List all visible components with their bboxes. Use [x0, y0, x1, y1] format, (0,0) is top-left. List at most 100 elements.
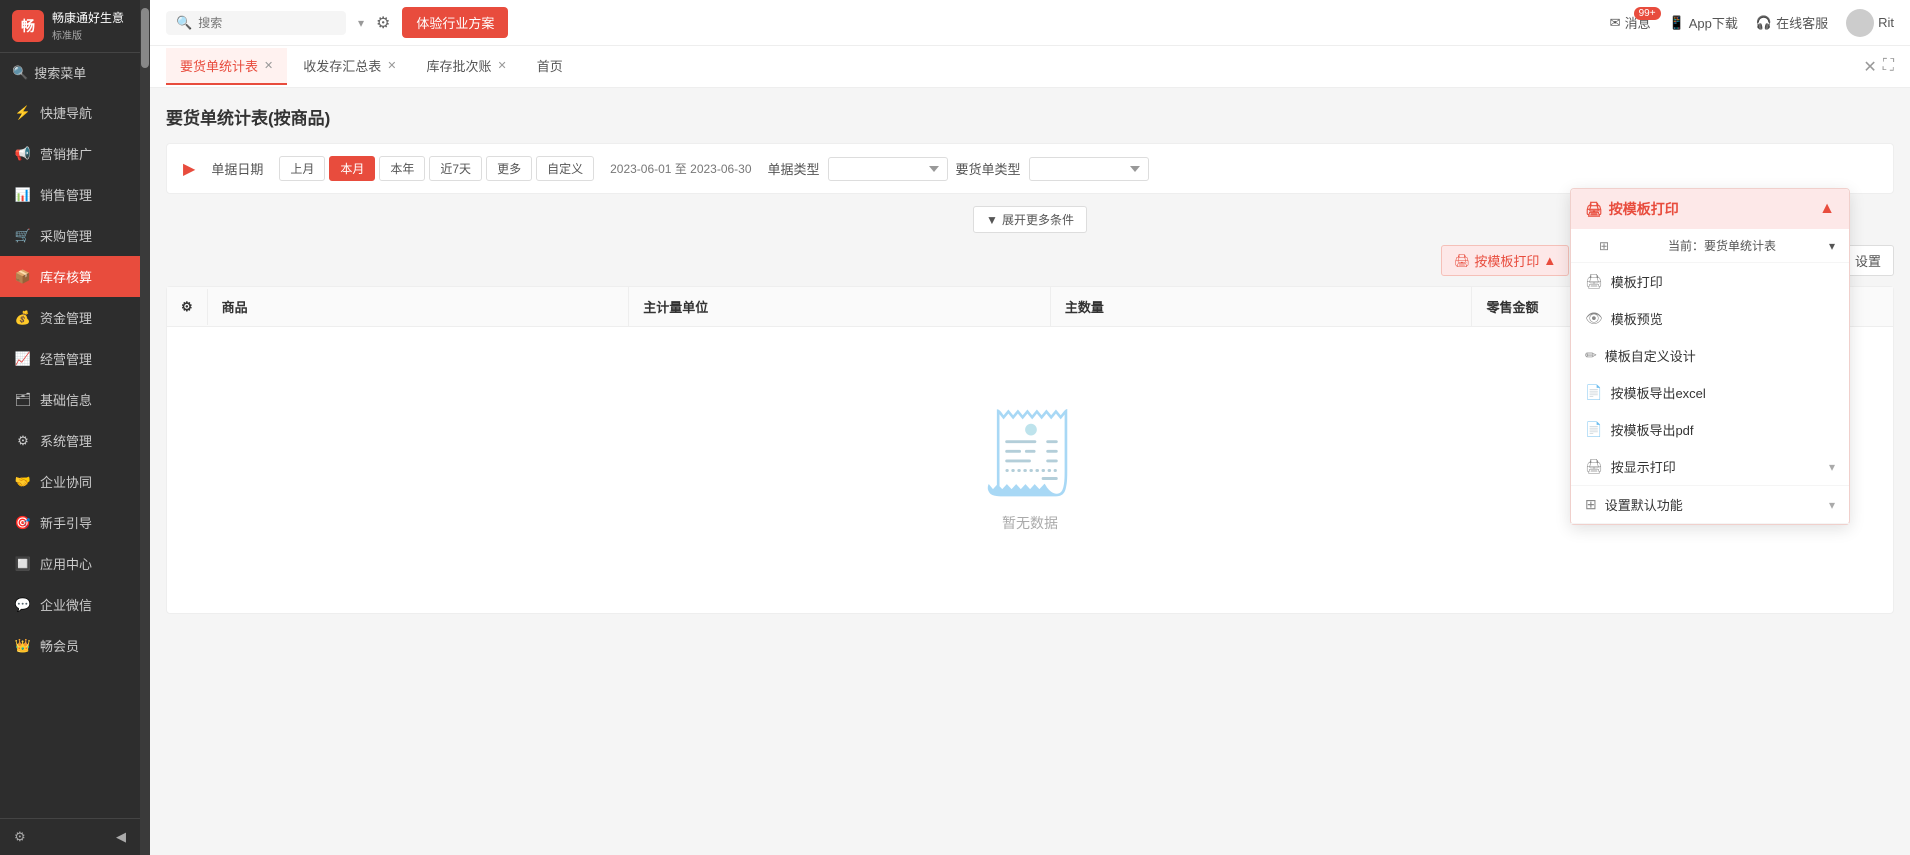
print-dropdown-header: 🖨 按模板打印 ▲ — [1571, 189, 1849, 229]
display-print-item[interactable]: 🖨 按显示打印 ▾ — [1571, 448, 1849, 485]
tab-receipts-summary[interactable]: 收发存汇总表✕ — [289, 48, 410, 85]
sidebar-item-label: 企业微信 — [40, 595, 92, 614]
empty-text: 暂无数据 — [1002, 513, 1058, 533]
online-service-btn[interactable]: 🎧 在线客服 — [1756, 13, 1828, 32]
collapse-icon[interactable]: ◀ — [116, 829, 126, 845]
sidebar-item-inventory[interactable]: 📦 库存核算 — [0, 256, 140, 297]
tab-close-batch-account[interactable]: ✕ — [497, 59, 506, 72]
date-btn-更多[interactable]: 更多 — [486, 156, 532, 181]
sidebar-item-basic[interactable]: 🗂基础信息 — [0, 379, 140, 420]
chevron-up-icon: ▲ — [1543, 253, 1556, 268]
page-title: 要货单统计表(按商品) — [166, 104, 1894, 129]
scrollbar-thumb[interactable] — [141, 8, 149, 68]
sidebar-nav: ⚡快捷导航📢营销推广📊销售管理 🛒 采购管理 📦 库存核算 💰资金管理📈经营管理🗂基础信息… — [0, 92, 140, 818]
print-menu-items: 🖨模板打印👁模板预览✏模板自定义设计 📄 按模板导出excel 📄按模板导出pdf — [1571, 263, 1849, 448]
system-icon: ⚙ — [14, 432, 32, 450]
sidebar-item-marketing[interactable]: 📢营销推广 — [0, 133, 140, 174]
sidebar-item-member[interactable]: 👑畅会员 — [0, 625, 140, 666]
operation-icon: 📈 — [14, 350, 32, 368]
app-download-btn[interactable]: 📱 App下载 — [1669, 13, 1738, 32]
print-item-template-design[interactable]: ✏模板自定义设计 — [1571, 337, 1849, 374]
app-center-icon: 🔲 — [14, 555, 32, 573]
empty-icon: 🧾 — [980, 407, 1080, 501]
inventory-icon: 📦 — [14, 268, 32, 286]
sidebar-footer: ⚙ ◀ — [0, 818, 140, 855]
dropdown-chevron-icon[interactable]: ▾ — [358, 16, 364, 30]
chevron-right-icon: ▾ — [1829, 460, 1835, 474]
template-export-excel-icon: 📄 — [1585, 384, 1602, 401]
settings-col-icon[interactable]: ⚙ — [181, 299, 193, 314]
date-btn-上月[interactable]: 上月 — [279, 156, 325, 181]
date-btn-本月[interactable]: 本月 — [329, 156, 375, 181]
set-default-item[interactable]: ⊞ 设置默认功能 ▾ — [1571, 486, 1849, 523]
print-item-label: 按模板导出pdf — [1610, 420, 1693, 439]
sidebar-item-label: 采购管理 — [40, 226, 92, 245]
tab-close-order-stats[interactable]: ✕ — [264, 59, 273, 72]
app-name: 畅康通好生意 — [52, 10, 124, 27]
topbar-search-box[interactable]: 🔍 — [166, 11, 346, 35]
type-select[interactable] — [828, 157, 948, 181]
tab-batch-account[interactable]: 库存批次账✕ — [412, 48, 520, 85]
messages-btn[interactable]: ✉ 消息 99+ — [1610, 13, 1651, 32]
close-window-btn[interactable]: ✕ — [1863, 57, 1876, 77]
current-template-icon: ⊞ — [1599, 239, 1609, 253]
user-profile[interactable]: Rit — [1846, 9, 1894, 37]
basic-icon: 🗂 — [14, 391, 32, 409]
settings-icon[interactable]: ⚙ — [376, 13, 390, 33]
sidebar-search[interactable]: 🔍 搜索菜单 — [0, 53, 140, 92]
sidebar-item-corp[interactable]: 🤝企业协同 — [0, 461, 140, 502]
print-item-label: 按模板导出excel — [1610, 383, 1705, 402]
expand-btn[interactable]: ▼ 展开更多条件 — [973, 206, 1087, 233]
print-item-template-export-pdf[interactable]: 📄按模板导出pdf — [1571, 411, 1849, 448]
sidebar-item-finance[interactable]: 💰资金管理 — [0, 297, 140, 338]
print-item-label: 模板预览 — [1611, 309, 1663, 328]
sidebar-item-corp-wechat[interactable]: 💬企业微信 — [0, 584, 140, 625]
message-icon: ✉ — [1610, 15, 1621, 31]
page-content: 要货单统计表(按商品) ▶ 单据日期 上月本月本年近7天更多自定义 2023-0… — [150, 88, 1910, 855]
print-item-label: 模板自定义设计 — [1605, 346, 1696, 365]
order-type-select[interactable] — [1029, 157, 1149, 181]
sidebar-item-guide[interactable]: 🎯新手引导 — [0, 502, 140, 543]
date-btn-近7天[interactable]: 近7天 — [429, 156, 482, 181]
print-item-template-export-excel[interactable]: 📄 按模板导出excel — [1571, 374, 1849, 411]
date-range: 2023-06-01 至 2023-06-30 — [610, 160, 751, 177]
search-input[interactable] — [198, 16, 318, 30]
sidebar-item-operation[interactable]: 📈经营管理 — [0, 338, 140, 379]
tab-close-receipts-summary[interactable]: ✕ — [387, 59, 396, 72]
template-print-icon: 🖨 — [1585, 273, 1603, 290]
current-template-item[interactable]: ⊞ 当前：要货单统计表 ▾ — [1571, 229, 1849, 262]
sidebar-item-purchase[interactable]: 🛒 采购管理 — [0, 215, 140, 256]
industry-btn[interactable]: 体验行业方案 — [402, 7, 508, 38]
guide-icon: 🎯 — [14, 514, 32, 532]
search-icon: 🔍 — [12, 65, 28, 81]
app-version: 标准版 — [52, 27, 124, 42]
app-logo: 畅 畅康通好生意 标准版 — [0, 0, 140, 53]
purchase-icon: 🛒 — [14, 227, 32, 245]
tab-home[interactable]: 首页 — [523, 48, 577, 85]
print-dropdown: 🖨 按模板打印 ▲ ⊞ 当前：要货单统计表 ▾ 🖨模板打印👁模板预览✏模板自定义… — [1570, 188, 1850, 525]
tab-label: 要货单统计表 — [180, 56, 258, 75]
print-item-template-preview[interactable]: 👁模板预览 — [1571, 300, 1849, 337]
sidebar-item-app-center[interactable]: 🔲应用中心 — [0, 543, 140, 584]
print-item-template-print[interactable]: 🖨模板打印 — [1571, 263, 1849, 300]
display-print-icon: 🖨 — [1585, 458, 1603, 475]
sidebar-item-system[interactable]: ⚙系统管理 — [0, 420, 140, 461]
sidebar-item-sales[interactable]: 📊销售管理 — [0, 174, 140, 215]
chevron-right-icon2: ▾ — [1829, 498, 1835, 512]
expand-icon: ▼ — [986, 213, 998, 227]
tab-order-stats[interactable]: 要货单统计表 ✕ — [166, 48, 287, 85]
sidebar-item-quick-nav[interactable]: ⚡快捷导航 — [0, 92, 140, 133]
date-btn-本年[interactable]: 本年 — [379, 156, 425, 181]
maximize-btn[interactable]: ⛶ — [1883, 57, 1894, 77]
settings-icon[interactable]: ⚙ — [14, 829, 26, 845]
print-btn[interactable]: 🖨 按模板打印 ▲ — [1441, 245, 1569, 276]
filter-type-section: 单据类型 要货单类型 — [768, 157, 1149, 181]
print-dropdown-close[interactable]: ▲ — [1819, 200, 1835, 218]
date-btn-自定义[interactable]: 自定义 — [536, 156, 594, 181]
tabs-bar: 要货单统计表✕收发存汇总表✕库存批次账✕首页 ✕ ⛶ — [150, 46, 1910, 88]
main-area: 🔍 ▾ ⚙ 体验行业方案 ✉ 消息 99+ 📱 App下载 🎧 在线客服 Rit — [150, 0, 1910, 855]
scrollbar-track[interactable] — [140, 0, 150, 855]
sidebar-item-label: 库存核算 — [40, 267, 92, 286]
filter-expand-icon[interactable]: ▶ — [183, 159, 195, 179]
set-default-section: ⊞ 设置默认功能 ▾ — [1571, 486, 1849, 524]
